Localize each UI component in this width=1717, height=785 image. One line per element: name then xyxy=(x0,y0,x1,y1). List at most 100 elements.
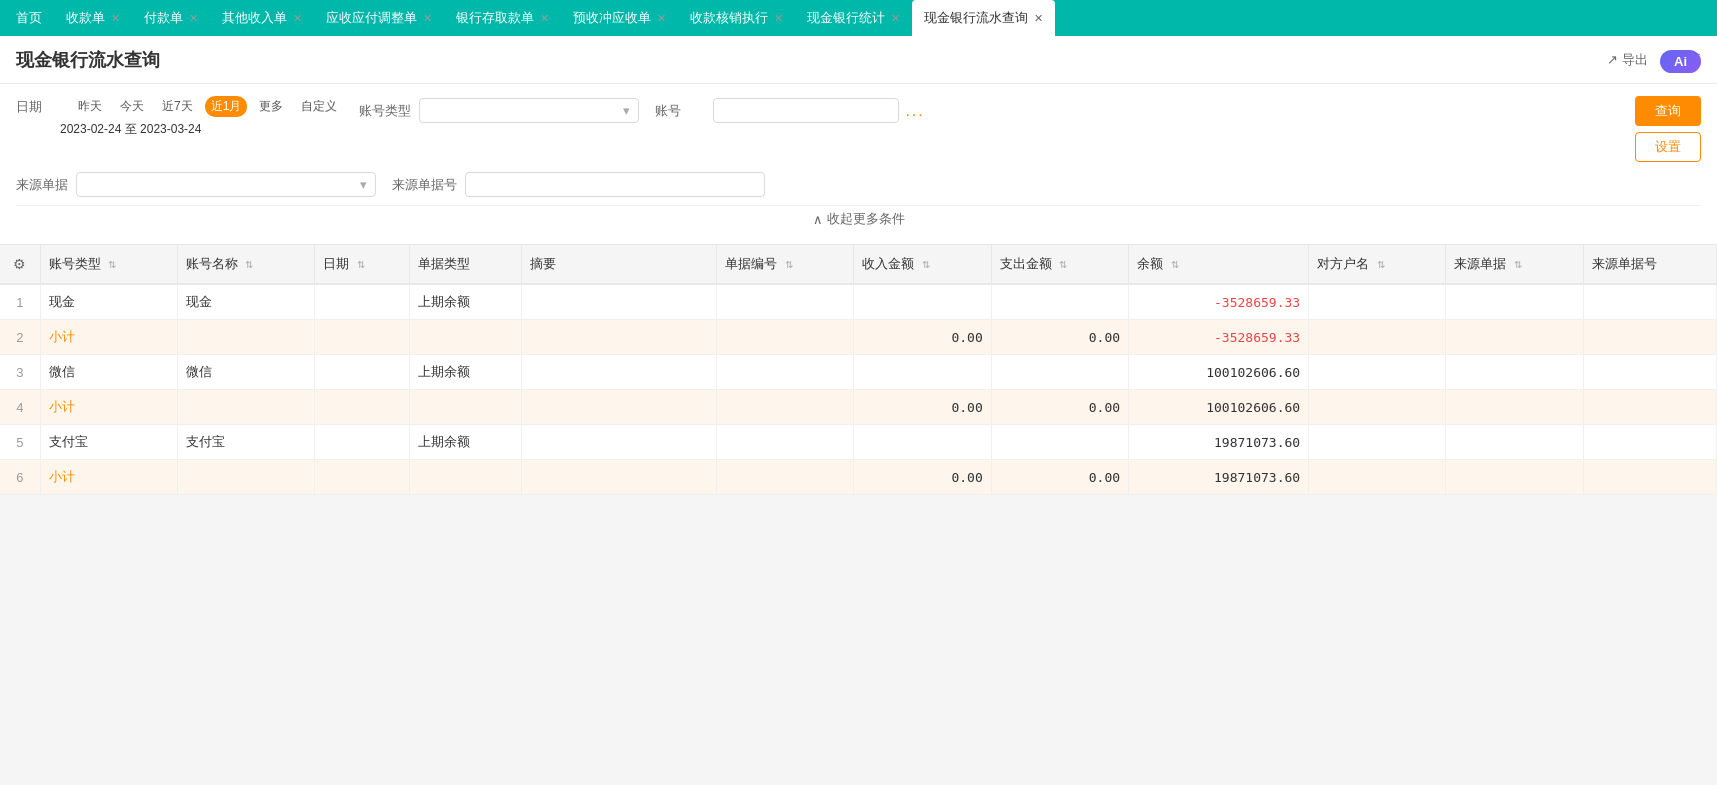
cell-date xyxy=(315,425,410,460)
nav-close-5[interactable]: ✕ xyxy=(657,12,666,25)
account-type-select[interactable]: ▾ xyxy=(419,98,639,123)
table-row: 2小计0.000.00-3528659.33 xyxy=(0,320,1717,355)
nav-home[interactable]: 首页 xyxy=(4,0,54,36)
nav-tab-2[interactable]: 其他收入单 ✕ xyxy=(210,0,314,36)
cell-doc-num xyxy=(717,460,854,495)
sort-doc-num[interactable]: ⇅ xyxy=(785,259,793,270)
gear-icon[interactable]: ⚙ xyxy=(13,256,26,272)
account-ellipsis[interactable]: ... xyxy=(905,102,924,120)
nav-close-7[interactable]: ✕ xyxy=(891,12,900,25)
date-btn-yesterday[interactable]: 昨天 xyxy=(72,96,108,117)
date-btn-7days[interactable]: 近7天 xyxy=(156,96,199,117)
cell-income xyxy=(854,425,991,460)
table-row: 4小计0.000.00100102606.60 xyxy=(0,390,1717,425)
cell-counterpart xyxy=(1309,284,1446,320)
nav-tab-7[interactable]: 现金银行统计 ✕ xyxy=(795,0,912,36)
nav-close-8[interactable]: ✕ xyxy=(1034,12,1043,25)
sort-expense[interactable]: ⇅ xyxy=(1059,259,1067,270)
cell-account-type: 支付宝 xyxy=(40,425,177,460)
sort-account-type[interactable]: ⇅ xyxy=(108,259,116,270)
cell-summary xyxy=(522,284,717,320)
cell-summary xyxy=(522,460,717,495)
export-button[interactable]: ↗ 导出 xyxy=(1607,51,1648,69)
filter-area: 日期 昨天 今天 近7天 近1月 更多 自定义 2023-02-24 至 202… xyxy=(0,84,1717,245)
nav-tab-6[interactable]: 收款核销执行 ✕ xyxy=(678,0,795,36)
source-doc-select[interactable]: ▾ xyxy=(76,172,376,197)
cell-expense xyxy=(991,284,1128,320)
sort-account-name[interactable]: ⇅ xyxy=(245,259,253,270)
cell-doc-num xyxy=(717,320,854,355)
date-btn-1month[interactable]: 近1月 xyxy=(205,96,248,117)
col-doc-num: 单据编号 ⇅ xyxy=(717,245,854,284)
cell-doc-type: 上期余额 xyxy=(410,425,522,460)
date-btn-today[interactable]: 今天 xyxy=(114,96,150,117)
account-label: 账号 xyxy=(655,102,705,120)
account-input[interactable] xyxy=(713,98,899,123)
query-button[interactable]: 查询 xyxy=(1635,96,1701,126)
cell-balance: -3528659.33 xyxy=(1129,320,1309,355)
cell-counterpart xyxy=(1309,460,1446,495)
cell-doc-type xyxy=(410,460,522,495)
cell-source-doc xyxy=(1446,355,1583,390)
collapse-bar[interactable]: ∧ 收起更多条件 xyxy=(16,205,1701,232)
cell-source-doc xyxy=(1446,284,1583,320)
cell-balance: 19871073.60 xyxy=(1129,460,1309,495)
cell-date xyxy=(315,320,410,355)
source-doc-chevron: ▾ xyxy=(360,177,367,192)
nav-tab-5[interactable]: 预收冲应收单 ✕ xyxy=(561,0,678,36)
date-range: 2023-02-24 至 2023-03-24 xyxy=(60,122,201,136)
sort-balance[interactable]: ⇅ xyxy=(1171,259,1179,270)
nav-close-3[interactable]: ✕ xyxy=(423,12,432,25)
nav-close-4[interactable]: ✕ xyxy=(540,12,549,25)
nav-tab-1[interactable]: 付款单 ✕ xyxy=(132,0,210,36)
cell-date xyxy=(315,460,410,495)
cell-counterpart xyxy=(1309,425,1446,460)
source-doc-num-input[interactable] xyxy=(465,172,765,197)
cell-source-doc-num xyxy=(1583,355,1716,390)
collapse-up-icon: ∧ xyxy=(813,212,823,227)
col-balance: 余额 ⇅ xyxy=(1129,245,1309,284)
page-title: 现金银行流水查询 xyxy=(16,48,160,72)
ai-badge[interactable]: Ai xyxy=(1660,50,1701,73)
cell-expense: 0.00 xyxy=(991,460,1128,495)
nav-close-6[interactable]: ✕ xyxy=(774,12,783,25)
date-btn-more[interactable]: 更多 xyxy=(253,96,289,117)
col-summary: 摘要 xyxy=(522,245,717,284)
table-row: 5支付宝支付宝上期余额19871073.60 xyxy=(0,425,1717,460)
cell-account-name: 现金 xyxy=(177,284,314,320)
cell-balance: 100102606.60 xyxy=(1129,355,1309,390)
cell-date xyxy=(315,284,410,320)
cell-expense xyxy=(991,425,1128,460)
sort-income[interactable]: ⇅ xyxy=(922,259,930,270)
cell-doc-num xyxy=(717,284,854,320)
col-account-name: 账号名称 ⇅ xyxy=(177,245,314,284)
nav-tab-8[interactable]: 现金银行流水查询 ✕ xyxy=(912,0,1055,36)
settings-button[interactable]: 设置 xyxy=(1635,132,1701,162)
cell-income: 0.00 xyxy=(854,320,991,355)
nav-close-0[interactable]: ✕ xyxy=(111,12,120,25)
col-income: 收入金额 ⇅ xyxy=(854,245,991,284)
table-row: 3微信微信上期余额100102606.60 xyxy=(0,355,1717,390)
cell-source-doc-num xyxy=(1583,460,1716,495)
nav-tab-0[interactable]: 收款单 ✕ xyxy=(54,0,132,36)
nav-close-1[interactable]: ✕ xyxy=(189,12,198,25)
nav-tab-3[interactable]: 应收应付调整单 ✕ xyxy=(314,0,444,36)
cell-account-type: 微信 xyxy=(40,355,177,390)
nav-close-2[interactable]: ✕ xyxy=(293,12,302,25)
cell-account-type: 小计 xyxy=(40,460,177,495)
sort-counterpart[interactable]: ⇅ xyxy=(1377,259,1385,270)
cell-source-doc-num xyxy=(1583,425,1716,460)
source-doc-num-label: 来源单据号 xyxy=(392,176,457,194)
top-nav: 首页 收款单 ✕ 付款单 ✕ 其他收入单 ✕ 应收应付调整单 ✕ 银行存取款单 … xyxy=(0,0,1717,36)
sort-source-doc[interactable]: ⇅ xyxy=(1514,259,1522,270)
cell-doc-type xyxy=(410,320,522,355)
nav-tab-4[interactable]: 银行存取款单 ✕ xyxy=(444,0,561,36)
account-type-label: 账号类型 xyxy=(359,102,411,120)
cell-balance: -3528659.33 xyxy=(1129,284,1309,320)
sort-date[interactable]: ⇅ xyxy=(357,259,365,270)
cell-account-name xyxy=(177,460,314,495)
date-btn-custom[interactable]: 自定义 xyxy=(295,96,343,117)
row-number: 4 xyxy=(0,390,40,425)
row-number: 5 xyxy=(0,425,40,460)
cell-summary xyxy=(522,425,717,460)
